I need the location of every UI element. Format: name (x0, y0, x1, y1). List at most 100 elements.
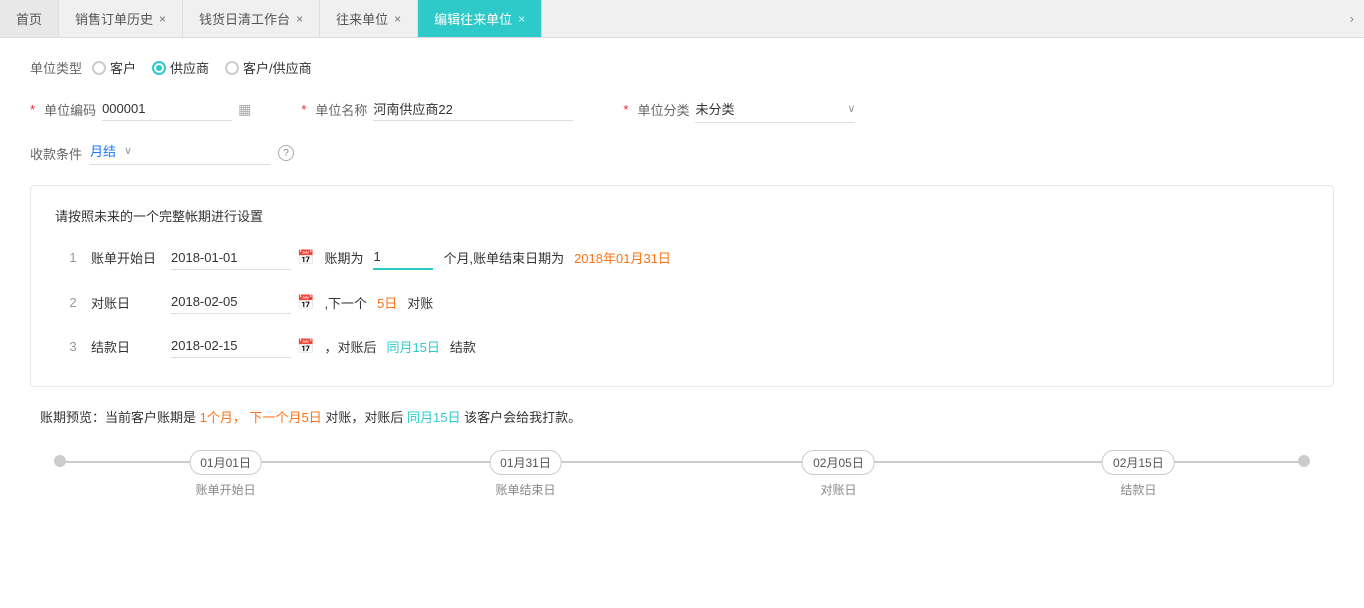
help-icon[interactable]: ? (278, 145, 294, 161)
timeline-node-4-badge: 02月15日 (1102, 450, 1175, 475)
unit-category-dropdown[interactable]: 未分类 ∨ (695, 95, 855, 123)
unit-code-wrapper: * 单位编码 ▦ (30, 97, 251, 121)
timeline-node-1-badge: 01月01日 (189, 450, 262, 475)
timeline-node-2-label: 账单结束日 (496, 481, 556, 498)
unit-info-row: * 单位编码 ▦ * 单位名称 * 单位分类 未分类 ∨ (30, 95, 1334, 123)
unit-type-radio-group: 客户 供应商 客户/供应商 (92, 58, 312, 77)
tab-home[interactable]: 首页 (0, 0, 59, 37)
tab-sales-history-close[interactable]: × (159, 12, 166, 26)
timeline-node-1: 01月01日 账单开始日 (189, 450, 262, 498)
radio-both[interactable]: 客户/供应商 (225, 58, 312, 77)
billing-date-field-2: 📅 (171, 290, 314, 314)
tab-sales-history-label: 销售订单历史 (75, 9, 153, 28)
unit-name-required: * (301, 102, 306, 117)
main-content: 单位类型 客户 供应商 客户/供应商 * 单位编码 ▦ (0, 38, 1364, 608)
timeline-left-dot (54, 455, 66, 467)
unit-category-required: * (623, 102, 628, 117)
tab-sales-history[interactable]: 销售订单历史 × (59, 0, 183, 37)
payment-condition-value: 月结 (90, 141, 116, 164)
tab-cash-work[interactable]: 钱货日清工作台 × (183, 0, 320, 37)
radio-customer[interactable]: 客户 (92, 58, 136, 77)
billing-period-label: 账期为 (324, 248, 363, 267)
period-preview-middle: 对账，对账后 (325, 410, 403, 425)
radio-both-label: 客户/供应商 (243, 58, 312, 77)
billing-calendar-icon-1[interactable]: 📅 (297, 249, 314, 266)
tab-partner[interactable]: 往来单位 × (320, 0, 418, 37)
billing-next-prefix: ,下一个 (324, 293, 367, 312)
unit-code-input[interactable] (102, 97, 232, 121)
timeline-node-4-label: 结款日 (1120, 481, 1156, 498)
tab-edit-partner-close[interactable]: × (518, 12, 525, 26)
unit-code-label: 单位编码 (44, 100, 96, 119)
tab-edit-partner-label: 编辑往来单位 (434, 9, 512, 28)
timeline-node-3-badge: 02月05日 (802, 450, 875, 475)
unit-category-arrow-icon: ∨ (847, 102, 855, 115)
radio-supplier-label: 供应商 (170, 58, 209, 77)
tab-edit-partner[interactable]: 编辑往来单位 × (418, 0, 542, 37)
unit-code-required: * (30, 102, 35, 117)
tab-cash-work-close[interactable]: × (296, 12, 303, 26)
timeline-node-4: 02月15日 结款日 (1102, 450, 1175, 498)
billing-reconcile-day-highlight: 5日 (377, 293, 397, 312)
billing-period-input[interactable] (373, 245, 433, 270)
billing-field-label-1: 账单开始日 (91, 248, 161, 267)
unit-name-input[interactable] (373, 97, 573, 121)
payment-condition-label: 收款条件 (30, 144, 82, 163)
radio-supplier[interactable]: 供应商 (152, 58, 209, 77)
period-preview-part3: 同月15日 (407, 410, 460, 425)
billing-num-1: 1 (65, 250, 81, 265)
radio-customer-label: 客户 (110, 58, 136, 77)
billing-after-reconcile-text: ，对账后 (324, 337, 376, 356)
radio-supplier-circle (152, 61, 166, 75)
billing-calendar-icon-2[interactable]: 📅 (297, 294, 314, 311)
unit-category-label: 单位分类 (637, 100, 689, 119)
tab-partner-close[interactable]: × (394, 12, 401, 26)
tab-partner-label: 往来单位 (336, 9, 388, 28)
radio-customer-circle (92, 61, 106, 75)
billing-field-label-3: 结款日 (91, 337, 161, 356)
timeline-node-2: 01月31日 账单结束日 (489, 450, 562, 498)
timeline-node-1-label: 账单开始日 (196, 481, 256, 498)
billing-num-3: 3 (65, 339, 81, 354)
period-preview-part1: 1个月， (200, 410, 246, 425)
billing-date-input-2[interactable] (171, 290, 291, 314)
radio-both-circle (225, 61, 239, 75)
unit-name-wrapper: * 单位名称 (301, 97, 573, 121)
billing-payment-text: 结款 (450, 337, 476, 356)
tab-cash-work-label: 钱货日清工作台 (199, 9, 290, 28)
billing-card: 请按照未来的一个完整帐期进行设置 1 账单开始日 📅 账期为 个月,账单结束日期… (30, 185, 1334, 387)
billing-payment-day-highlight: 同月15日 (386, 337, 439, 356)
billing-date-input-1[interactable] (171, 246, 291, 270)
timeline-node-3-label: 对账日 (820, 481, 856, 498)
period-preview-suffix: 该客户会给我打款。 (464, 410, 581, 425)
period-preview: 账期预览：当前客户账期是 1个月， 下一个月5日 对账，对账后 同月15日 该客… (30, 407, 1334, 426)
unit-category-wrapper: * 单位分类 未分类 ∨ (623, 95, 855, 123)
billing-end-date-highlight: 2018年01月31日 (574, 248, 671, 267)
billing-card-title: 请按照未来的一个完整帐期进行设置 (55, 206, 1309, 225)
unit-code-picker-icon[interactable]: ▦ (238, 101, 251, 118)
unit-type-row: 单位类型 客户 供应商 客户/供应商 (30, 58, 1334, 77)
payment-condition-arrow-icon[interactable]: ∨ (124, 144, 132, 161)
payment-condition-row: 收款条件 月结 ∨ ? (30, 141, 1334, 165)
timeline-container: 01月01日 账单开始日 01月31日 账单结束日 02月05日 对账日 02月… (30, 450, 1334, 510)
tab-home-label: 首页 (16, 9, 42, 28)
billing-field-label-2: 对账日 (91, 293, 161, 312)
timeline-node-3: 02月05日 对账日 (802, 450, 875, 498)
tab-bar: 首页 销售订单历史 × 钱货日清工作台 × 往来单位 × 编辑往来单位 × › (0, 0, 1364, 38)
billing-row-1: 1 账单开始日 📅 账期为 个月,账单结束日期为 2018年01月31日 (55, 245, 1309, 270)
tab-more-button[interactable]: › (1340, 0, 1364, 37)
billing-num-2: 2 (65, 295, 81, 310)
billing-row-3: 3 结款日 📅 ，对账后 同月15日 结款 (55, 334, 1309, 358)
billing-date-input-3[interactable] (171, 334, 291, 358)
billing-date-field-3: 📅 (171, 334, 314, 358)
billing-months-text: 个月,账单结束日期为 (443, 248, 564, 267)
period-preview-part2: 下一个月5日 (250, 410, 322, 425)
unit-type-label: 单位类型 (30, 58, 82, 77)
unit-name-label: 单位名称 (315, 100, 367, 119)
period-preview-prefix: 账期预览：当前客户账期是 (40, 410, 196, 425)
timeline-right-dot (1298, 455, 1310, 467)
chevron-right-icon: › (1350, 11, 1354, 26)
billing-calendar-icon-3[interactable]: 📅 (297, 338, 314, 355)
billing-reconcile-text: 对账 (407, 293, 433, 312)
unit-code-field-group: ▦ (102, 97, 251, 121)
